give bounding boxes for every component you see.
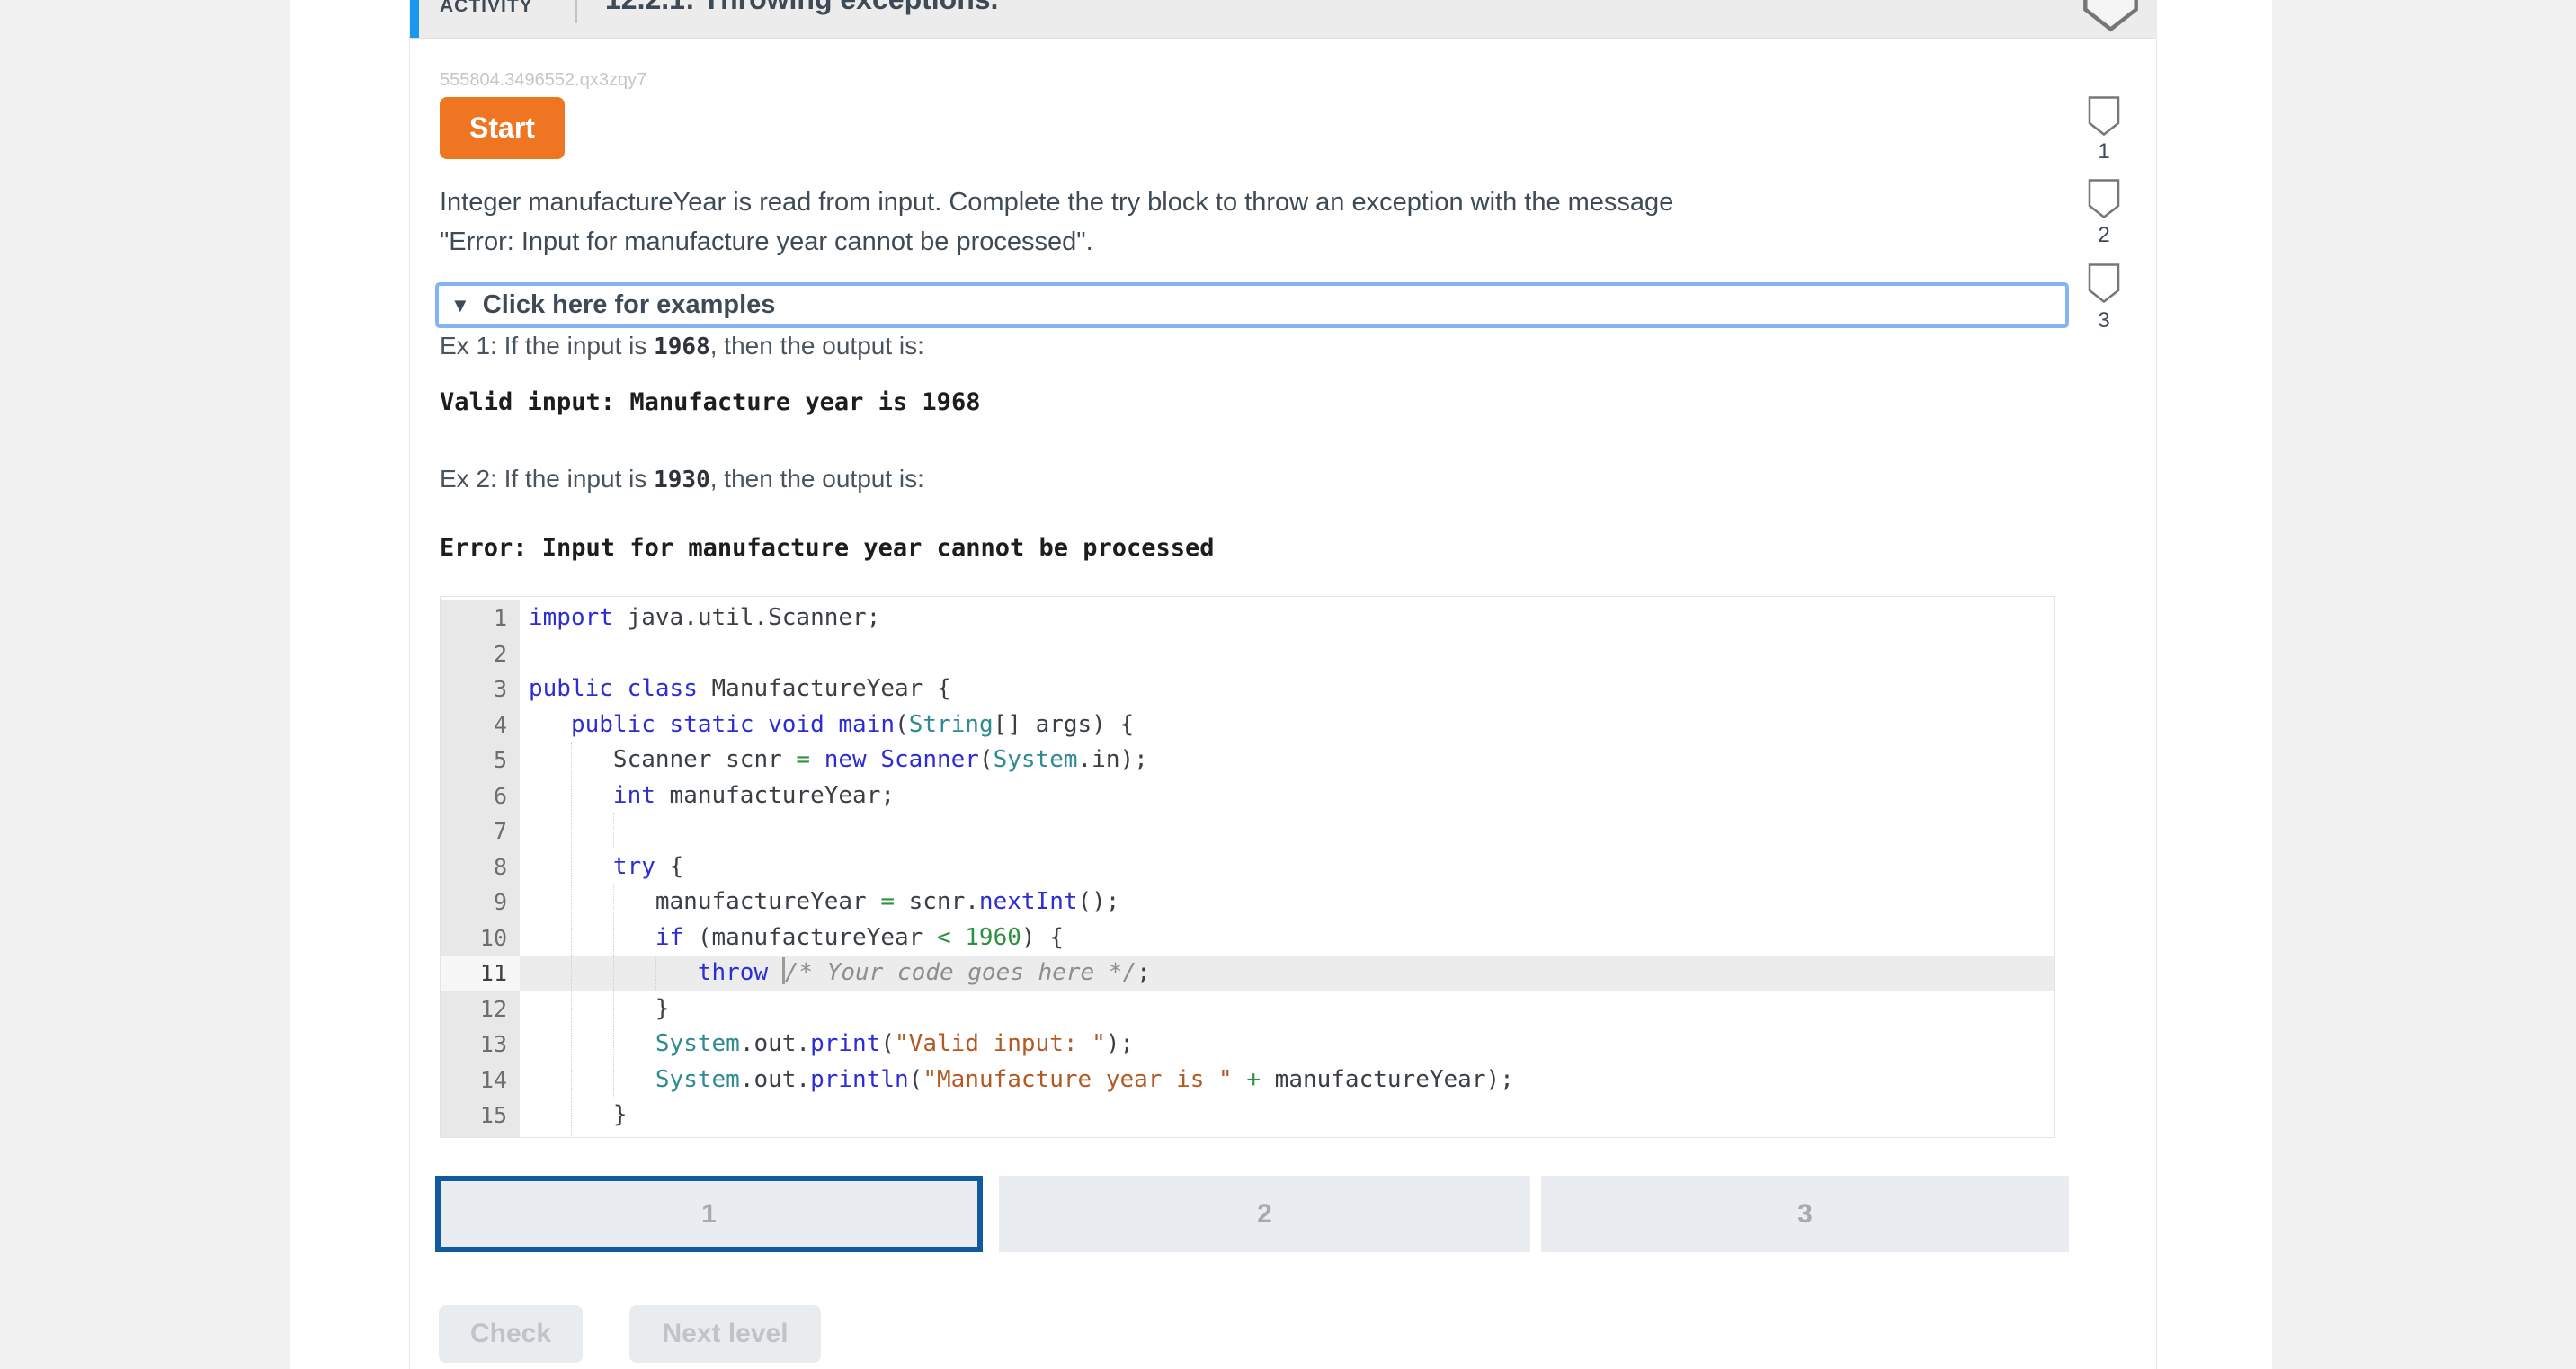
- line-number: 7: [441, 813, 520, 849]
- indent-guide: [571, 742, 572, 778]
- example-1-input-value: 1968: [654, 333, 710, 360]
- line-number: 4: [441, 707, 520, 743]
- line-number: 13: [441, 1027, 520, 1062]
- activity-accent-bar: [410, 0, 419, 39]
- code-line-6: 6 int manufactureYear;: [441, 778, 2054, 814]
- activity-label: ACTIVITY: [440, 0, 533, 17]
- example-2-suffix: , then the output is:: [710, 465, 924, 493]
- content-id: 555804.3496552.qx3zqy7: [440, 70, 646, 91]
- indent-guide: [613, 956, 614, 991]
- indent-guide: [571, 956, 572, 991]
- code-line-15: 15 }: [441, 1098, 2054, 1133]
- line-number: 1: [441, 600, 520, 636]
- indent-guide: [571, 1098, 572, 1133]
- progress-shield-2-number: 2: [2087, 223, 2121, 248]
- progress-shield-1-icon: [2087, 95, 2121, 137]
- line-number: 2: [441, 636, 520, 672]
- instruction-line-1: Integer manufactureYear is read from inp…: [440, 182, 2076, 222]
- activity-header: ACTIVITY 12.2.1: Throwing exceptions.: [410, 0, 2156, 39]
- code-line-9: 9 manufactureYear = scnr.nextInt();: [441, 885, 2054, 920]
- progress-shield-1-number: 1: [2087, 139, 2121, 164]
- line-number: 12: [441, 991, 520, 1027]
- indent-guide: [571, 1133, 572, 1139]
- indent-guide: [655, 956, 656, 991]
- indent-guide: [571, 1062, 572, 1098]
- indent-guide: [613, 991, 614, 1027]
- indent-guide: [571, 813, 572, 849]
- next-level-button[interactable]: Next level: [629, 1305, 821, 1363]
- code-line-16: 16 catch (Exception excpt) {: [441, 1133, 2054, 1139]
- indent-guide: [613, 1027, 614, 1062]
- code-line-4: 4 public static void main(String[] args)…: [441, 707, 2054, 743]
- code-line-1: 1import java.util.Scanner;: [441, 600, 2054, 636]
- progress-shield-3-icon: [2087, 262, 2121, 304]
- examples-expander-label: Click here for examples: [483, 290, 776, 320]
- indent-guide: [571, 885, 572, 920]
- code-editor[interactable]: 1import java.util.Scanner;23public class…: [440, 596, 2055, 1138]
- code-line-11: 11 throw /* Your code goes here */;: [441, 956, 2054, 991]
- instruction-line-2: "Error: Input for manufacture year canno…: [440, 222, 2076, 262]
- example-1-prefix: Ex 1: If the input is: [440, 332, 654, 360]
- code-line-13: 13 System.out.print("Valid input: ");: [441, 1027, 2054, 1062]
- indent-guide: [571, 778, 572, 814]
- code-line-5: 5 Scanner scnr = new Scanner(System.in);: [441, 742, 2054, 778]
- example-2-line: Ex 2: If the input is 1930, then the out…: [440, 465, 924, 493]
- header-divider: [575, 0, 577, 23]
- line-number: 5: [441, 742, 520, 778]
- code-line-7: 7: [441, 813, 2054, 849]
- code-line-3: 3public class ManufactureYear {: [441, 671, 2054, 707]
- line-number: 11: [441, 956, 520, 991]
- start-button[interactable]: Start: [440, 97, 565, 159]
- line-number: 16: [441, 1133, 520, 1139]
- activity-shield-icon: [2081, 0, 2141, 33]
- indent-guide: [571, 920, 572, 956]
- code-line-2: 2: [441, 636, 2054, 672]
- code-line-12: 12 }: [441, 991, 2054, 1027]
- line-number: 15: [441, 1098, 520, 1133]
- code-line-8: 8 try {: [441, 849, 2054, 885]
- level-tab-2[interactable]: 2: [999, 1176, 1530, 1252]
- example-2-output: Error: Input for manufacture year cannot…: [440, 534, 1215, 562]
- indent-guide: [613, 885, 614, 920]
- line-number: 6: [441, 778, 520, 814]
- activity-card: ACTIVITY 12.2.1: Throwing exceptions. 55…: [409, 0, 2157, 1369]
- example-2-prefix: Ex 2: If the input is: [440, 465, 654, 493]
- code-line-14: 14 System.out.println("Manufacture year …: [441, 1062, 2054, 1098]
- progress-shield-2-icon: [2087, 178, 2121, 219]
- line-number: 9: [441, 885, 520, 920]
- indent-guide: [613, 813, 614, 849]
- line-number: 3: [441, 671, 520, 707]
- indent-guide: [571, 1027, 572, 1062]
- line-number: 10: [441, 920, 520, 956]
- check-button[interactable]: Check: [439, 1305, 583, 1363]
- example-1-line: Ex 1: If the input is 1968, then the out…: [440, 332, 924, 360]
- example-1-output: Valid input: Manufacture year is 1968: [440, 388, 980, 416]
- instruction-text: Integer manufactureYear is read from inp…: [440, 182, 2076, 262]
- code-line-10: 10 if (manufactureYear < 1960) {: [441, 920, 2054, 956]
- page-title: 12.2.1: Throwing exceptions.: [605, 0, 998, 16]
- line-number: 14: [441, 1062, 520, 1098]
- indent-guide: [571, 849, 572, 885]
- example-2-input-value: 1930: [654, 467, 710, 493]
- line-number: 8: [441, 849, 520, 885]
- example-1-suffix: , then the output is:: [710, 332, 924, 360]
- progress-shield-3-number: 3: [2087, 308, 2121, 333]
- chevron-down-icon: ▼: [450, 294, 470, 317]
- level-tab-1[interactable]: 1: [435, 1176, 983, 1252]
- indent-guide: [571, 991, 572, 1027]
- level-tab-3[interactable]: 3: [1541, 1176, 2069, 1252]
- examples-expander[interactable]: ▼ Click here for examples: [435, 282, 2069, 328]
- indent-guide: [613, 920, 614, 956]
- indent-guide: [613, 1062, 614, 1098]
